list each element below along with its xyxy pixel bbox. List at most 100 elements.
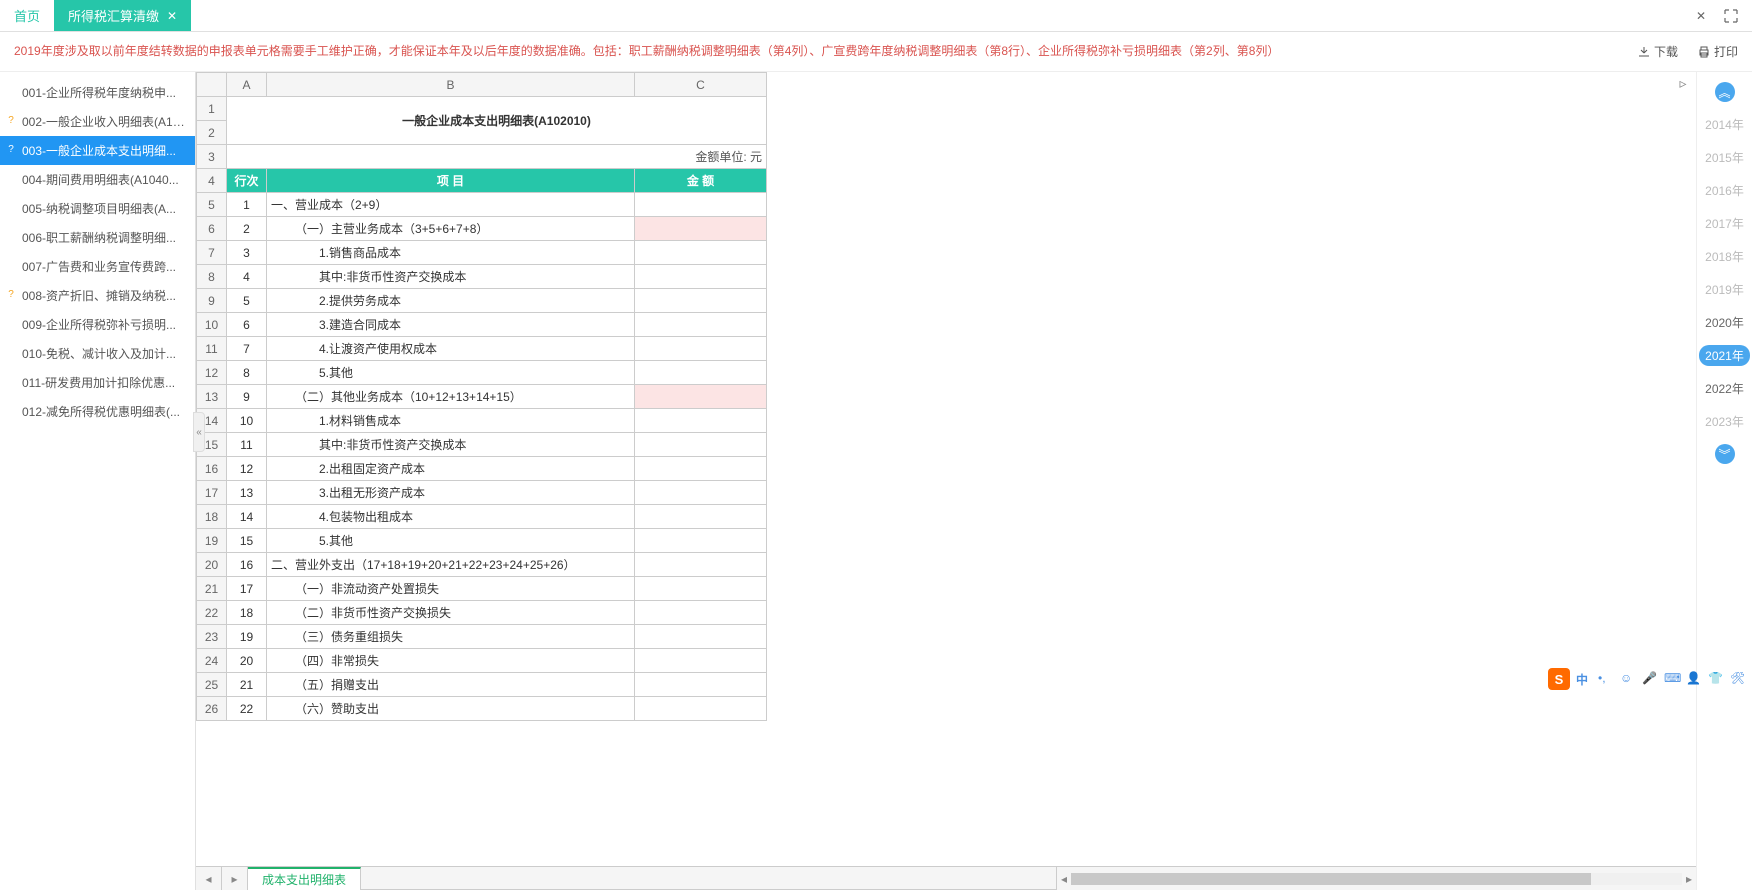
line-number-cell[interactable]: 3 <box>227 241 267 265</box>
tab-tax-settlement[interactable]: 所得税汇算清缴 ✕ <box>54 0 191 31</box>
sidebar-item-012[interactable]: 012-减免所得税优惠明细表(... <box>0 397 195 426</box>
row-header[interactable]: 17 <box>197 481 227 505</box>
ime-logo-icon[interactable]: S <box>1548 668 1570 690</box>
item-cell[interactable]: （六）赞助支出 <box>267 697 635 721</box>
line-number-cell[interactable]: 4 <box>227 265 267 289</box>
line-number-cell[interactable]: 7 <box>227 337 267 361</box>
ime-punct-icon[interactable]: •, <box>1598 671 1614 687</box>
row-header[interactable]: 13 <box>197 385 227 409</box>
item-cell[interactable]: （一）非流动资产处置损失 <box>267 577 635 601</box>
row-header[interactable]: 10 <box>197 313 227 337</box>
download-button[interactable]: 下载 <box>1638 43 1678 60</box>
sidebar-item-007[interactable]: 007-广告费和业务宣传费跨... <box>0 252 195 281</box>
ime-voice-icon[interactable]: 🎤 <box>1642 671 1658 687</box>
sidebar-item-006[interactable]: 006-职工薪酬纳税调整明细... <box>0 223 195 252</box>
row-header[interactable]: 22 <box>197 601 227 625</box>
year-option-2017[interactable]: 2017年 <box>1699 213 1750 234</box>
item-cell[interactable]: 其中:非货币性资产交换成本 <box>267 265 635 289</box>
sheet-nav-left-icon[interactable]: ◂ <box>196 867 222 890</box>
year-option-2016[interactable]: 2016年 <box>1699 180 1750 201</box>
amount-cell[interactable] <box>635 433 767 457</box>
sheet-nav-right-icon[interactable]: ▸ <box>222 867 248 890</box>
sidebar-item-009[interactable]: 009-企业所得税弥补亏损明... <box>0 310 195 339</box>
row-header[interactable]: 6 <box>197 217 227 241</box>
line-number-cell[interactable]: 5 <box>227 289 267 313</box>
line-number-cell[interactable]: 18 <box>227 601 267 625</box>
row-header[interactable]: 11 <box>197 337 227 361</box>
amount-cell[interactable] <box>635 601 767 625</box>
ime-user-icon[interactable]: 👤 <box>1686 671 1702 687</box>
close-icon[interactable]: ✕ <box>167 9 177 23</box>
spreadsheet[interactable]: ABC1一般企业成本支出明细表(A102010)23金额单位: 元4行次项 目金… <box>196 72 767 721</box>
row-header[interactable]: 2 <box>197 121 227 145</box>
amount-cell[interactable] <box>635 265 767 289</box>
row-header[interactable]: 19 <box>197 529 227 553</box>
line-number-cell[interactable]: 13 <box>227 481 267 505</box>
ime-toolbar[interactable]: S 中 •, ☺ 🎤 ⌨ 👤 👕 🛠 <box>1548 668 1746 690</box>
year-option-2023[interactable]: 2023年 <box>1699 411 1750 432</box>
amount-cell[interactable] <box>635 409 767 433</box>
close-window-icon[interactable]: ✕ <box>1696 9 1710 23</box>
line-number-cell[interactable]: 19 <box>227 625 267 649</box>
item-cell[interactable]: 4.让渡资产使用权成本 <box>267 337 635 361</box>
item-cell[interactable]: 3.建造合同成本 <box>267 313 635 337</box>
year-option-2015[interactable]: 2015年 <box>1699 147 1750 168</box>
fullscreen-icon[interactable] <box>1724 9 1738 23</box>
row-header[interactable]: 3 <box>197 145 227 169</box>
line-number-cell[interactable]: 22 <box>227 697 267 721</box>
line-number-cell[interactable]: 6 <box>227 313 267 337</box>
row-header[interactable]: 20 <box>197 553 227 577</box>
amount-cell[interactable] <box>635 553 767 577</box>
line-number-cell[interactable]: 14 <box>227 505 267 529</box>
year-scroll-down-icon[interactable]: ︾ <box>1715 444 1735 464</box>
sidebar-item-002[interactable]: ?002-一般企业收入明细表(A10... <box>0 107 195 136</box>
amount-cell[interactable] <box>635 697 767 721</box>
sidebar-item-010[interactable]: 010-免税、减计收入及加计... <box>0 339 195 368</box>
line-number-cell[interactable]: 2 <box>227 217 267 241</box>
row-header[interactable]: 24 <box>197 649 227 673</box>
amount-cell[interactable] <box>635 337 767 361</box>
amount-cell[interactable] <box>635 313 767 337</box>
amount-cell[interactable] <box>635 505 767 529</box>
amount-cell[interactable] <box>635 649 767 673</box>
row-header[interactable]: 5 <box>197 193 227 217</box>
sidebar-item-001[interactable]: 001-企业所得税年度纳税申... <box>0 78 195 107</box>
col-header-B[interactable]: B <box>267 73 635 97</box>
amount-cell[interactable] <box>635 193 767 217</box>
amount-cell[interactable] <box>635 217 767 241</box>
line-number-cell[interactable]: 9 <box>227 385 267 409</box>
item-cell[interactable]: 1.材料销售成本 <box>267 409 635 433</box>
item-cell[interactable]: （三）债务重组损失 <box>267 625 635 649</box>
item-cell[interactable]: 5.其他 <box>267 361 635 385</box>
year-scroll-up-icon[interactable]: ︽ <box>1715 82 1735 102</box>
amount-cell[interactable] <box>635 457 767 481</box>
row-header[interactable]: 4 <box>197 169 227 193</box>
ime-skin-icon[interactable]: 👕 <box>1708 671 1724 687</box>
item-cell[interactable]: （四）非常损失 <box>267 649 635 673</box>
row-header[interactable]: 12 <box>197 361 227 385</box>
print-button[interactable]: 打印 <box>1698 43 1738 60</box>
line-number-cell[interactable]: 10 <box>227 409 267 433</box>
year-option-2014[interactable]: 2014年 <box>1699 114 1750 135</box>
sidebar-item-003[interactable]: ?003-一般企业成本支出明细... <box>0 136 195 165</box>
item-cell[interactable]: （二）其他业务成本（10+12+13+14+15） <box>267 385 635 409</box>
item-cell[interactable]: 1.销售商品成本 <box>267 241 635 265</box>
item-cell[interactable]: 4.包装物出租成本 <box>267 505 635 529</box>
line-number-cell[interactable]: 17 <box>227 577 267 601</box>
amount-cell[interactable] <box>635 625 767 649</box>
row-header[interactable]: 16 <box>197 457 227 481</box>
scroll-right-icon[interactable]: ▹ <box>1674 74 1692 92</box>
amount-cell[interactable] <box>635 529 767 553</box>
item-cell[interactable]: 5.其他 <box>267 529 635 553</box>
row-header[interactable]: 8 <box>197 265 227 289</box>
year-option-2018[interactable]: 2018年 <box>1699 246 1750 267</box>
sidebar-item-008[interactable]: ?008-资产折旧、摊销及纳税... <box>0 281 195 310</box>
row-header[interactable]: 23 <box>197 625 227 649</box>
year-option-2019[interactable]: 2019年 <box>1699 279 1750 300</box>
sidebar-item-005[interactable]: 005-纳税调整项目明细表(A... <box>0 194 195 223</box>
amount-cell[interactable] <box>635 289 767 313</box>
amount-cell[interactable] <box>635 481 767 505</box>
line-number-cell[interactable]: 16 <box>227 553 267 577</box>
ime-toolbox-icon[interactable]: 🛠 <box>1730 671 1746 687</box>
col-header-C[interactable]: C <box>635 73 767 97</box>
